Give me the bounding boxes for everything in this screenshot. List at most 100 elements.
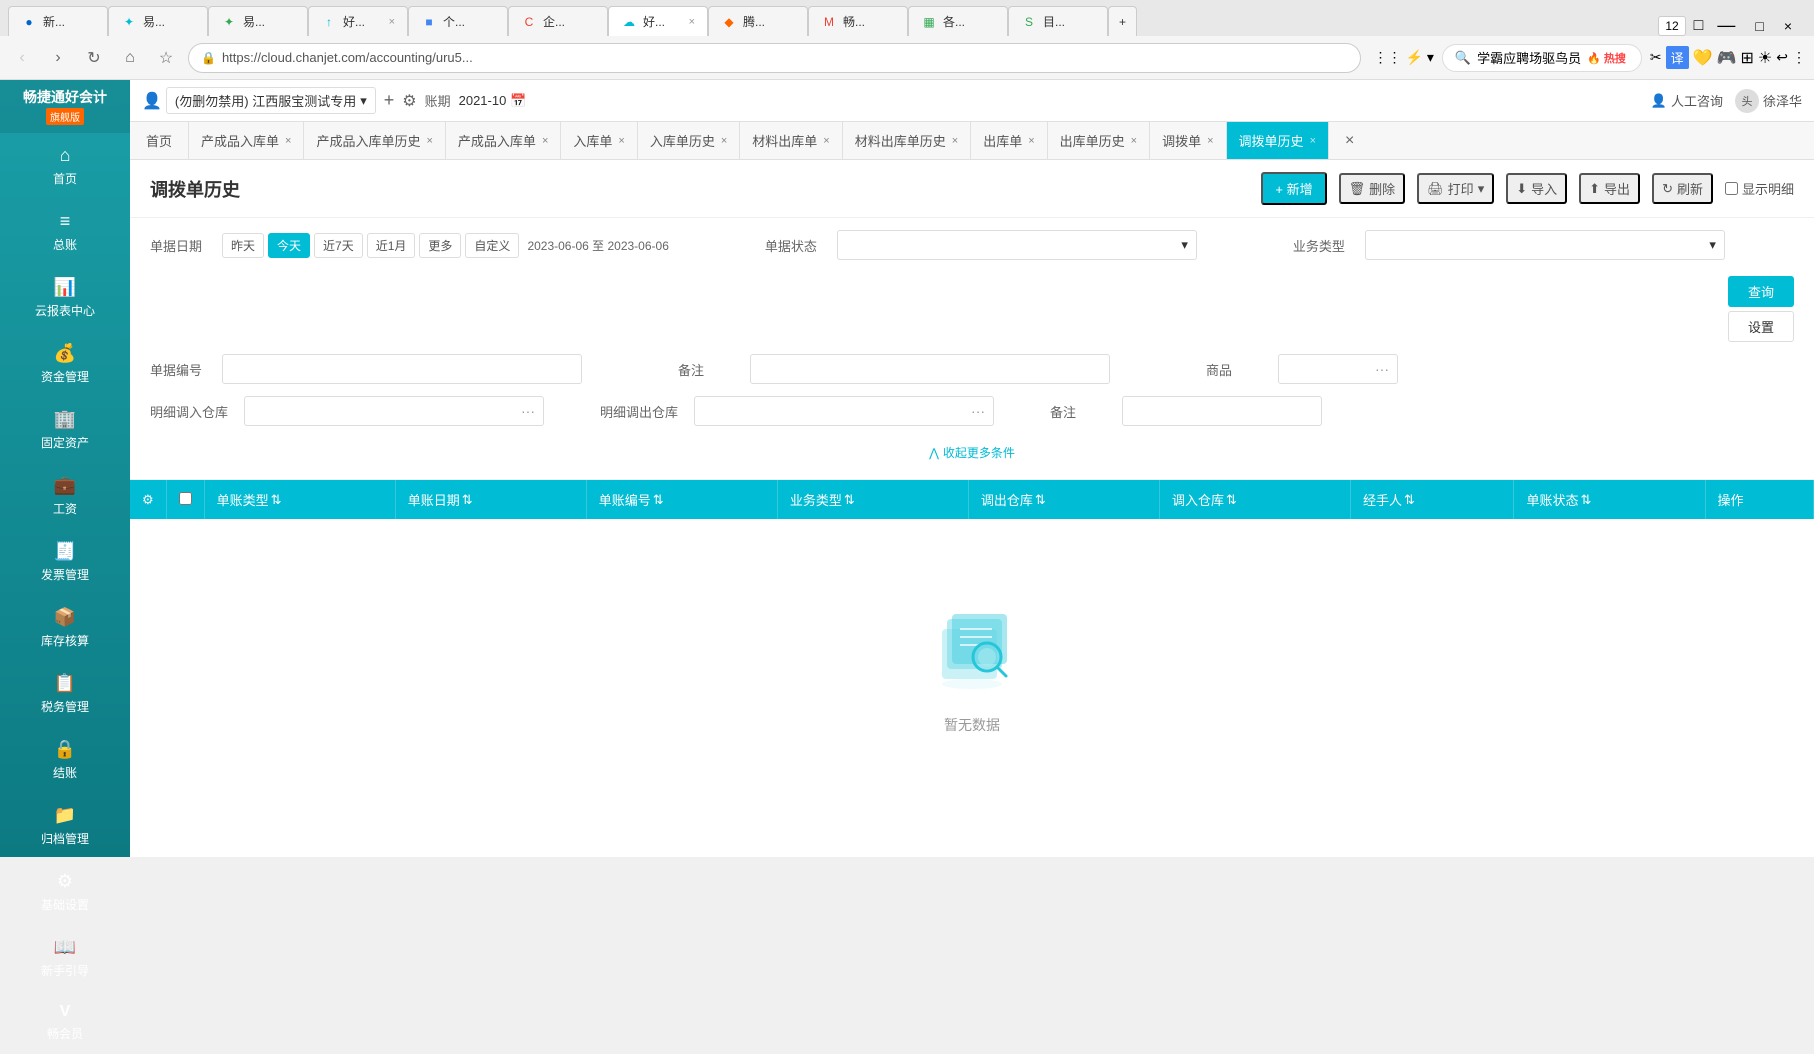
- print-btn[interactable]: 🖨 打印 ▾: [1417, 173, 1494, 204]
- sidebar-item-member[interactable]: V 畅会员: [0, 991, 130, 1054]
- undo-icon[interactable]: ↩: [1776, 49, 1788, 66]
- docnum-input[interactable]: [222, 354, 582, 384]
- page-tab-transfer-history[interactable]: 调拨单历史 ×: [1227, 122, 1329, 160]
- delete-btn[interactable]: 🗑 删除: [1339, 173, 1406, 204]
- period-value[interactable]: 2021-10 📅: [459, 93, 527, 109]
- detail-in-select[interactable]: ···: [244, 396, 544, 426]
- browser-tab-6[interactable]: C 企...: [508, 6, 608, 36]
- tab-manager-icon[interactable]: □: [1694, 17, 1704, 35]
- sidebar-item-settings[interactable]: ⚙ 基础设置: [0, 859, 130, 925]
- import-btn[interactable]: ⬇ 导入: [1506, 173, 1567, 204]
- browser-search-box[interactable]: 🔍 学霸应聘场驱鸟员 🔥 热搜: [1442, 44, 1642, 72]
- dropdown-icon[interactable]: ▾: [1427, 49, 1434, 66]
- status-select[interactable]: ▾: [837, 230, 1197, 260]
- refresh-page-btn[interactable]: ↻ 刷新: [1652, 173, 1713, 204]
- sidebar-item-tax[interactable]: 📋 税务管理: [0, 661, 130, 727]
- browser-tab-1[interactable]: ● 新...: [8, 6, 108, 36]
- page-tab-product-inbound-history-close[interactable]: ×: [426, 135, 432, 147]
- extension-icon[interactable]: ⚡: [1405, 49, 1422, 66]
- tab-close-7[interactable]: ×: [689, 16, 695, 28]
- remark-input[interactable]: [750, 354, 1110, 384]
- browser-tab-5[interactable]: ■ 个...: [408, 6, 508, 36]
- sidebar-item-close[interactable]: 🔒 结账: [0, 727, 130, 793]
- add-company-btn[interactable]: +: [384, 90, 395, 111]
- page-tab-inbound[interactable]: 入库单 ×: [561, 122, 637, 160]
- page-tab-material-outbound-close[interactable]: ×: [823, 135, 829, 147]
- page-tab-outbound-history-close[interactable]: ×: [1131, 135, 1137, 147]
- page-tab-outbound-close[interactable]: ×: [1028, 135, 1034, 147]
- export-btn[interactable]: ⬆ 导出: [1579, 173, 1640, 204]
- browser-tab-4[interactable]: ↑ 好... ×: [308, 6, 408, 36]
- page-tab-inbound-close[interactable]: ×: [618, 135, 624, 147]
- date-btn-7days[interactable]: 近7天: [314, 233, 363, 258]
- browser-menu-icon[interactable]: ⋮⋮: [1373, 49, 1401, 66]
- new-browser-tab-btn[interactable]: +: [1108, 6, 1137, 36]
- close-all-tabs-btn[interactable]: ×: [1337, 132, 1362, 150]
- page-tab-outbound-history[interactable]: 出库单历史 ×: [1048, 122, 1150, 160]
- sidebar-item-wages[interactable]: 💼 工资: [0, 463, 130, 529]
- company-selector[interactable]: (勿删勿禁用) 江西服宝测试专用 ▾: [166, 87, 376, 114]
- th-check[interactable]: [166, 480, 204, 519]
- refresh-btn[interactable]: ↻: [80, 44, 108, 72]
- maximize-btn[interactable]: □: [1749, 18, 1769, 34]
- page-tab-material-outbound-history-close[interactable]: ×: [952, 135, 958, 147]
- show-cols-checkbox[interactable]: [1725, 182, 1738, 195]
- th-type[interactable]: 单账类型 ⇅: [204, 480, 395, 519]
- page-tab-home[interactable]: 首页: [130, 122, 189, 160]
- home-btn[interactable]: ⌂: [116, 44, 144, 72]
- settings-gear-icon[interactable]: ⚙: [402, 91, 416, 111]
- th-num[interactable]: 单账编号 ⇅: [586, 480, 777, 519]
- page-tab-product-inbound2-close[interactable]: ×: [542, 135, 548, 147]
- th-gear[interactable]: ⚙: [130, 480, 166, 519]
- date-btn-1month[interactable]: 近1月: [367, 233, 416, 258]
- game-icon[interactable]: 🎮: [1717, 48, 1737, 68]
- cut-icon[interactable]: ✂: [1650, 49, 1662, 66]
- date-btn-yesterday[interactable]: 昨天: [222, 233, 264, 258]
- address-bar[interactable]: 🔒 https://cloud.chanjet.com/accounting/u…: [188, 43, 1361, 73]
- sidebar-item-home[interactable]: ⌂ 首页: [0, 133, 130, 199]
- detail-out-ellipsis[interactable]: ···: [971, 403, 985, 419]
- browser-tab-10[interactable]: ▦ 各...: [908, 6, 1008, 36]
- forward-btn[interactable]: ›: [44, 44, 72, 72]
- browser-tab-11[interactable]: S 目...: [1008, 6, 1108, 36]
- show-cols-btn[interactable]: 显示明细: [1725, 179, 1794, 198]
- page-tab-outbound[interactable]: 出库单 ×: [971, 122, 1047, 160]
- goods-ellipsis[interactable]: ···: [1375, 361, 1389, 377]
- sidebar-item-reports[interactable]: 📊 云报表中心: [0, 265, 130, 331]
- browser-settings-icon[interactable]: ⋮: [1792, 49, 1806, 66]
- collapse-btn[interactable]: ⋀ 收起更多条件: [150, 438, 1794, 467]
- sidebar-item-guide[interactable]: 📖 新手引导: [0, 925, 130, 991]
- goods-select[interactable]: ···: [1278, 354, 1398, 384]
- date-btn-custom[interactable]: 自定义: [465, 233, 519, 258]
- remark2-input[interactable]: [1122, 396, 1322, 426]
- th-outwarehouse[interactable]: 调出仓库 ⇅: [968, 480, 1159, 519]
- sidebar-item-funds[interactable]: 💰 资金管理: [0, 331, 130, 397]
- select-all-checkbox[interactable]: [179, 492, 192, 505]
- th-handler[interactable]: 经手人 ⇅: [1351, 480, 1514, 519]
- tab-close-4[interactable]: ×: [389, 16, 395, 28]
- sidebar-item-fixed[interactable]: 🏢 固定资产: [0, 397, 130, 463]
- page-tab-inbound-history[interactable]: 入库单历史 ×: [638, 122, 740, 160]
- new-btn[interactable]: + 新增: [1261, 172, 1326, 205]
- close-browser-btn[interactable]: ×: [1778, 18, 1798, 34]
- browser-tab-8[interactable]: ◆ 腾...: [708, 6, 808, 36]
- page-tab-product-inbound[interactable]: 产成品入库单 ×: [189, 122, 304, 160]
- consult-btn[interactable]: 👤 人工咨询: [1651, 91, 1723, 110]
- sidebar-item-inventory[interactable]: 📦 库存核算: [0, 595, 130, 661]
- th-inwarehouse[interactable]: 调入仓库 ⇅: [1159, 480, 1350, 519]
- bookmark-btn[interactable]: ☆: [152, 44, 180, 72]
- biztype-select[interactable]: ▾: [1365, 230, 1725, 260]
- wallet-icon[interactable]: 💛: [1693, 48, 1713, 68]
- browser-tab-9[interactable]: M 畅...: [808, 6, 908, 36]
- page-tab-product-inbound-close[interactable]: ×: [285, 135, 291, 147]
- night-icon[interactable]: ☀: [1758, 48, 1772, 68]
- date-btn-today[interactable]: 今天: [268, 233, 310, 258]
- browser-tab-3[interactable]: ✦ 易...: [208, 6, 308, 36]
- page-tab-transfer-close[interactable]: ×: [1207, 135, 1213, 147]
- date-btn-more[interactable]: 更多: [419, 233, 461, 258]
- page-tab-material-outbound[interactable]: 材料出库单 ×: [740, 122, 842, 160]
- page-tab-material-outbound-history[interactable]: 材料出库单历史 ×: [843, 122, 971, 160]
- query-btn[interactable]: 查询: [1728, 276, 1794, 307]
- detail-out-select[interactable]: ···: [694, 396, 994, 426]
- browser-tab-7[interactable]: ☁ 好... ×: [608, 6, 708, 36]
